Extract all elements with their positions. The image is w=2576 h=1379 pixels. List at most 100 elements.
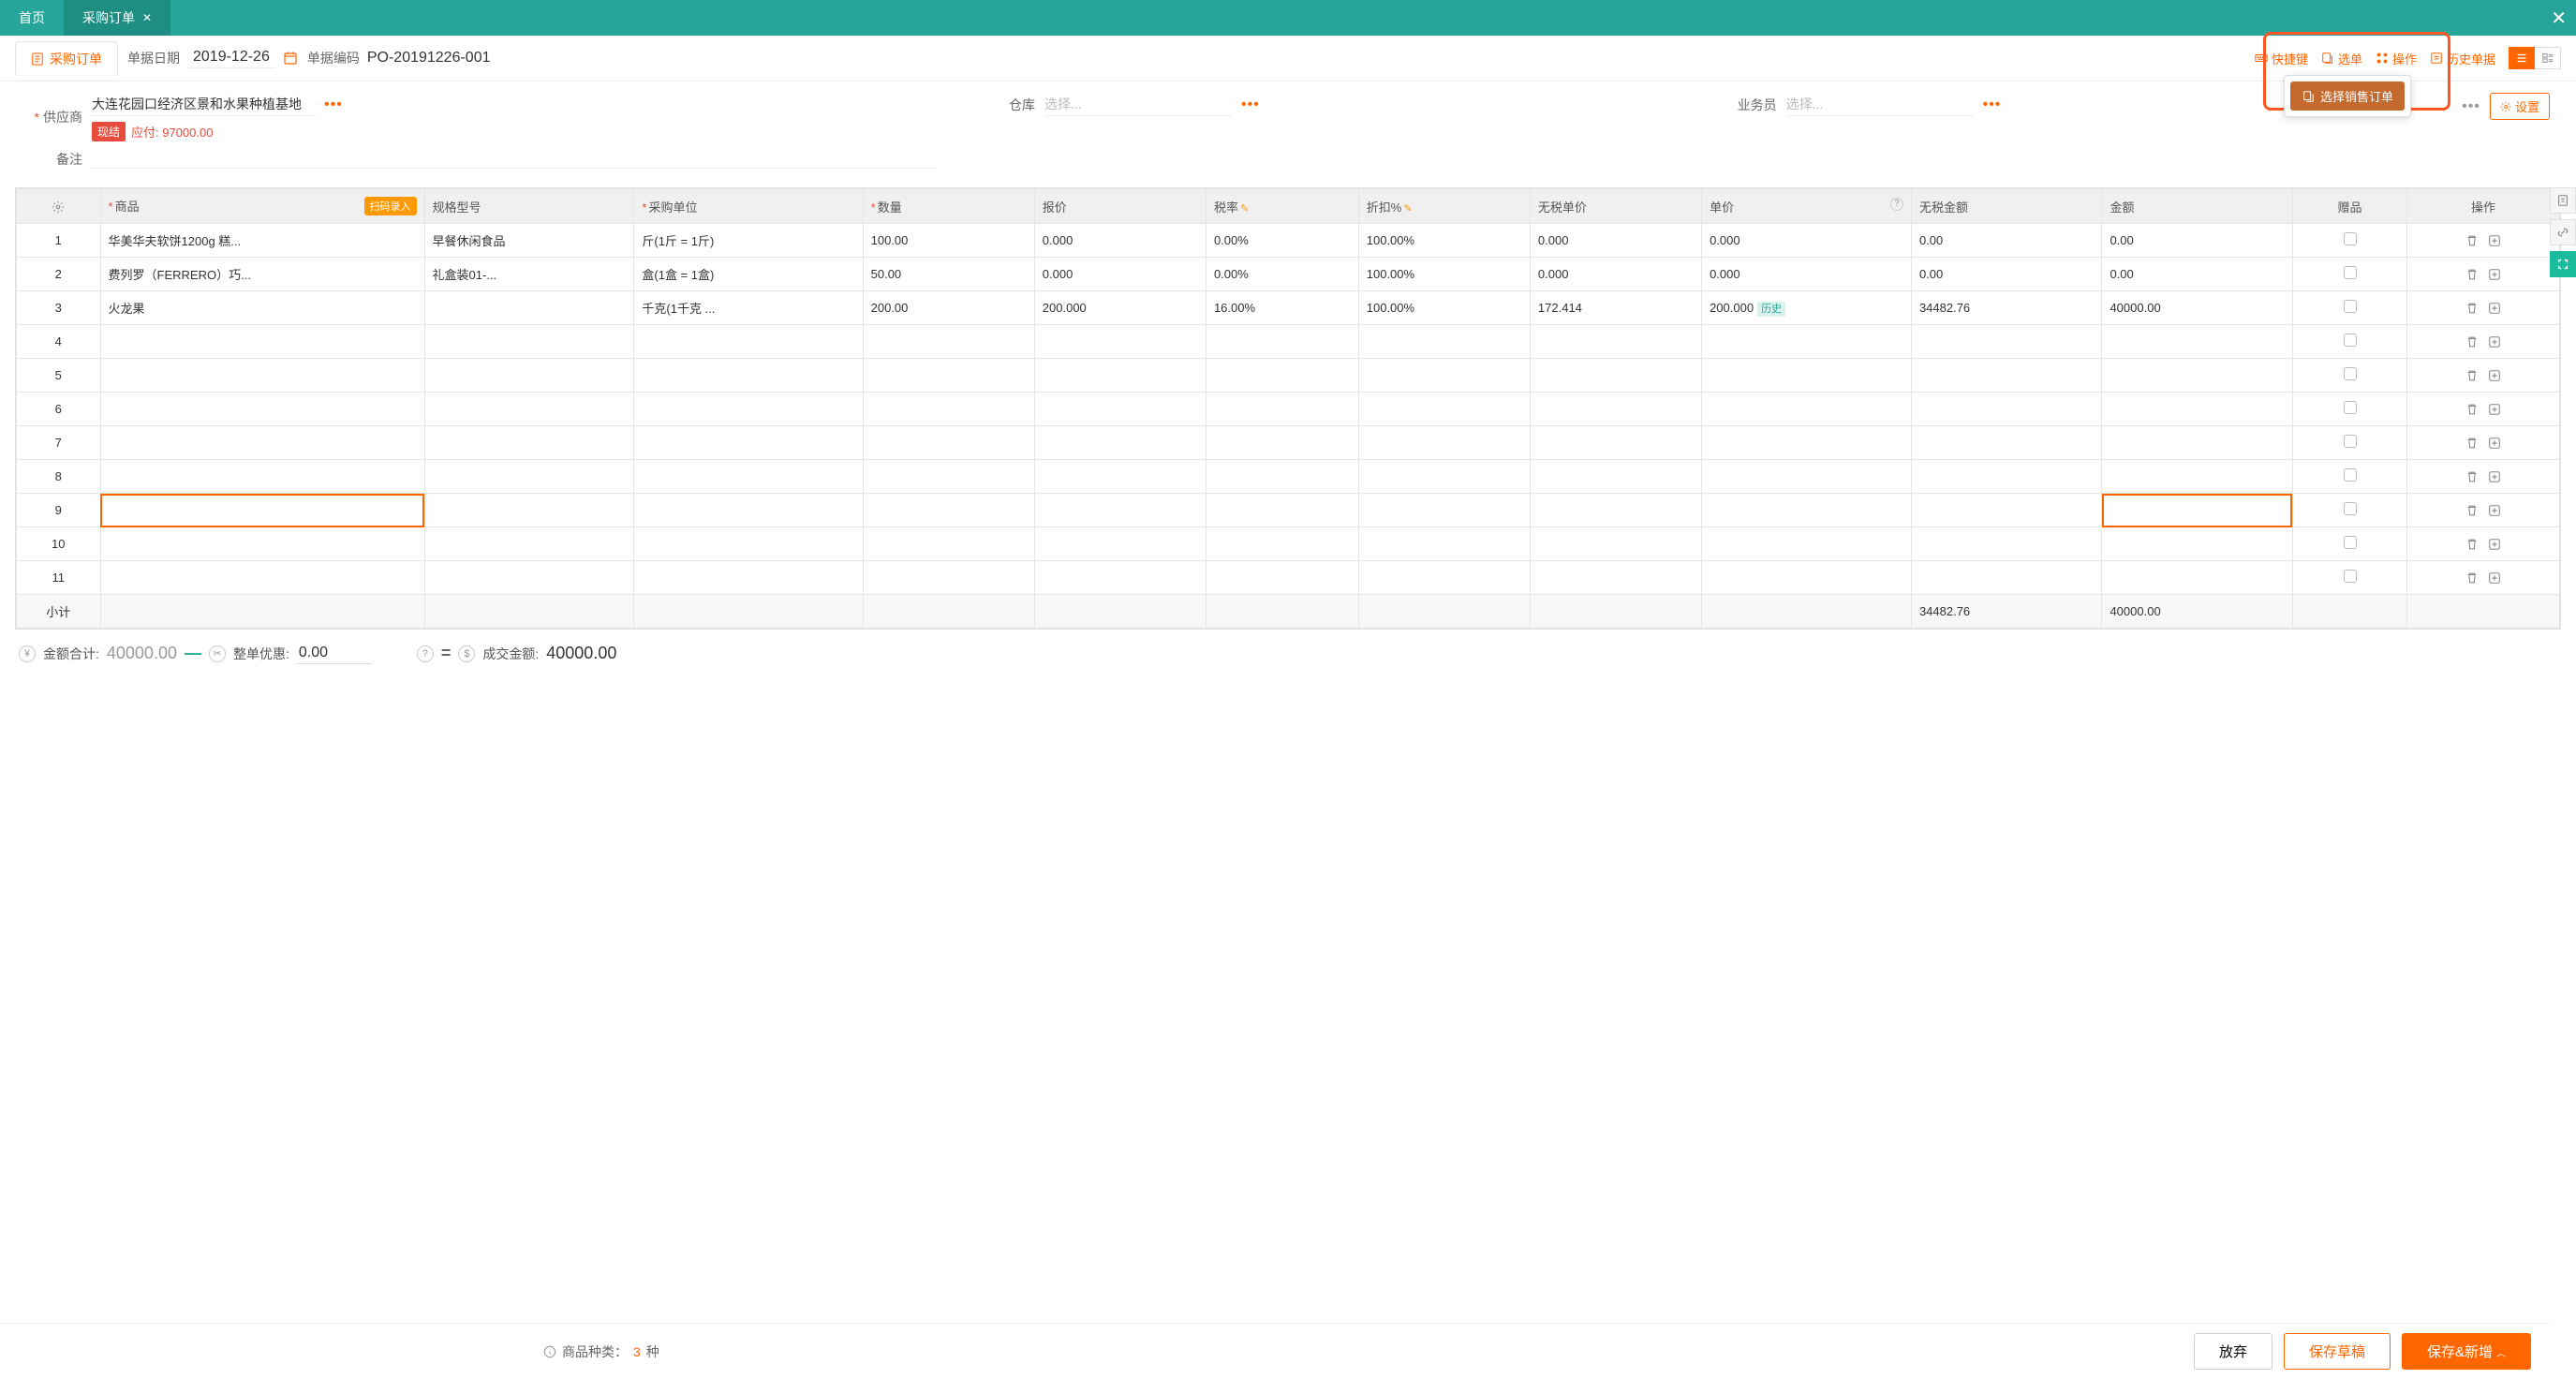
cell-amount-notax[interactable] xyxy=(1911,325,2102,359)
cell-discount[interactable] xyxy=(1358,426,1530,460)
gift-checkbox[interactable] xyxy=(2344,570,2357,583)
col-price[interactable]: 单价? xyxy=(1702,189,1912,224)
document-type-tab[interactable]: 采购订单 xyxy=(15,41,118,76)
cell-price[interactable]: 0.000 xyxy=(1702,224,1912,258)
cell-quote[interactable] xyxy=(1034,561,1206,595)
cell-qty[interactable] xyxy=(863,460,1034,494)
cell-amount[interactable] xyxy=(2102,393,2293,426)
cell-discount[interactable] xyxy=(1358,359,1530,393)
delete-row-icon[interactable] xyxy=(2465,537,2479,552)
table-row[interactable]: 1 华美华夫软饼1200g 糕... 早餐休闲食品 斤(1斤 = 1斤) 100… xyxy=(17,224,2560,258)
window-close-icon[interactable]: ✕ xyxy=(2551,0,2567,36)
cell-unit[interactable] xyxy=(634,494,863,527)
cell-price[interactable]: 200.000历史 xyxy=(1702,291,1912,325)
gift-checkbox[interactable] xyxy=(2344,232,2357,245)
more-fields-icon[interactable]: ••• xyxy=(2462,98,2480,115)
cell-quote[interactable] xyxy=(1034,494,1206,527)
cell-quote[interactable] xyxy=(1034,460,1206,494)
cell-price[interactable] xyxy=(1702,325,1912,359)
add-row-icon[interactable] xyxy=(2488,301,2501,316)
view-card-button[interactable] xyxy=(2535,47,2561,69)
cell-amount-notax[interactable] xyxy=(1911,426,2102,460)
cell-discount[interactable]: 100.00% xyxy=(1358,258,1530,291)
cell-price[interactable] xyxy=(1702,359,1912,393)
cell-amount[interactable] xyxy=(2102,426,2293,460)
discard-button[interactable]: 放弃 xyxy=(2194,1333,2273,1370)
cell-gift[interactable] xyxy=(2292,561,2406,595)
table-row[interactable]: 2 费列罗（FERRERO）巧... 礼盒装01-... 盒(1盒 = 1盒) … xyxy=(17,258,2560,291)
warehouse-select[interactable]: 选择... xyxy=(1044,93,1232,116)
cell-qty[interactable] xyxy=(863,325,1034,359)
cell-qty[interactable]: 50.00 xyxy=(863,258,1034,291)
delete-row-icon[interactable] xyxy=(2465,503,2479,518)
cell-price[interactable]: 0.000 xyxy=(1702,258,1912,291)
cell-discount[interactable] xyxy=(1358,460,1530,494)
cell-gift[interactable] xyxy=(2292,291,2406,325)
cell-gift[interactable] xyxy=(2292,325,2406,359)
clerk-lookup-icon[interactable]: ••• xyxy=(1983,96,2002,113)
cell-amount[interactable]: 0.00 xyxy=(2102,258,2293,291)
cell-price-notax[interactable] xyxy=(1530,494,1701,527)
gift-checkbox[interactable] xyxy=(2344,334,2357,347)
cell-discount[interactable]: 100.00% xyxy=(1358,224,1530,258)
cell-price[interactable] xyxy=(1702,426,1912,460)
col-product[interactable]: *商品扫码录入 xyxy=(100,189,424,224)
cell-tax[interactable] xyxy=(1206,494,1358,527)
cell-qty[interactable] xyxy=(863,393,1034,426)
cell-quote[interactable]: 0.000 xyxy=(1034,224,1206,258)
cell-gift[interactable] xyxy=(2292,527,2406,561)
cell-price[interactable] xyxy=(1702,527,1912,561)
cell-qty[interactable]: 100.00 xyxy=(863,224,1034,258)
gift-checkbox[interactable] xyxy=(2344,401,2357,414)
cell-price-notax[interactable] xyxy=(1530,426,1701,460)
cell-discount[interactable] xyxy=(1358,393,1530,426)
cell-price-notax[interactable]: 0.000 xyxy=(1530,224,1701,258)
cell-amount-notax[interactable] xyxy=(1911,494,2102,527)
cell-unit[interactable]: 千克(1千克 ... xyxy=(634,291,863,325)
cell-product[interactable] xyxy=(100,494,424,527)
cell-amount-notax[interactable] xyxy=(1911,561,2102,595)
cell-unit[interactable]: 盒(1盒 = 1盒) xyxy=(634,258,863,291)
settings-button[interactable]: 设置 xyxy=(2490,93,2550,120)
cell-amount[interactable] xyxy=(2102,359,2293,393)
cell-quote[interactable] xyxy=(1034,359,1206,393)
cell-discount[interactable] xyxy=(1358,494,1530,527)
cell-amount-notax[interactable] xyxy=(1911,527,2102,561)
gift-checkbox[interactable] xyxy=(2344,468,2357,482)
add-row-icon[interactable] xyxy=(2488,402,2501,417)
cell-tax[interactable] xyxy=(1206,359,1358,393)
add-row-icon[interactable] xyxy=(2488,503,2501,518)
cell-unit[interactable] xyxy=(634,561,863,595)
col-spec[interactable]: 规格型号 xyxy=(424,189,634,224)
supplier-lookup-icon[interactable]: ••• xyxy=(324,96,343,113)
table-row[interactable]: 7 xyxy=(17,426,2560,460)
col-price-notax[interactable]: 无税单价 xyxy=(1530,189,1701,224)
delete-row-icon[interactable] xyxy=(2465,233,2479,248)
tab-purchase-order[interactable]: 采购订单 ✕ xyxy=(64,0,170,36)
cell-quote[interactable]: 0.000 xyxy=(1034,258,1206,291)
cell-amount-notax[interactable] xyxy=(1911,359,2102,393)
cell-quote[interactable] xyxy=(1034,325,1206,359)
add-row-icon[interactable] xyxy=(2488,267,2501,282)
cell-unit[interactable]: 斤(1斤 = 1斤) xyxy=(634,224,863,258)
cell-amount[interactable] xyxy=(2102,527,2293,561)
add-row-icon[interactable] xyxy=(2488,334,2501,349)
add-row-icon[interactable] xyxy=(2488,571,2501,586)
select-sales-order-button[interactable]: 选择销售订单 xyxy=(2290,82,2405,111)
cell-tax[interactable] xyxy=(1206,393,1358,426)
delete-row-icon[interactable] xyxy=(2465,469,2479,484)
add-row-icon[interactable] xyxy=(2488,537,2501,552)
cell-amount[interactable]: 0.00 xyxy=(2102,224,2293,258)
cell-unit[interactable] xyxy=(634,359,863,393)
col-tax[interactable]: 税率✎ xyxy=(1206,189,1358,224)
cell-discount[interactable] xyxy=(1358,561,1530,595)
cell-amount-notax[interactable]: 0.00 xyxy=(1911,258,2102,291)
cell-price-notax[interactable]: 0.000 xyxy=(1530,258,1701,291)
table-row[interactable]: 9 xyxy=(17,494,2560,527)
cell-spec[interactable] xyxy=(424,561,634,595)
cell-quote[interactable] xyxy=(1034,527,1206,561)
cell-tax[interactable] xyxy=(1206,325,1358,359)
table-row[interactable]: 4 xyxy=(17,325,2560,359)
col-discount[interactable]: 折扣%✎ xyxy=(1358,189,1530,224)
col-amount-notax[interactable]: 无税金额 xyxy=(1911,189,2102,224)
